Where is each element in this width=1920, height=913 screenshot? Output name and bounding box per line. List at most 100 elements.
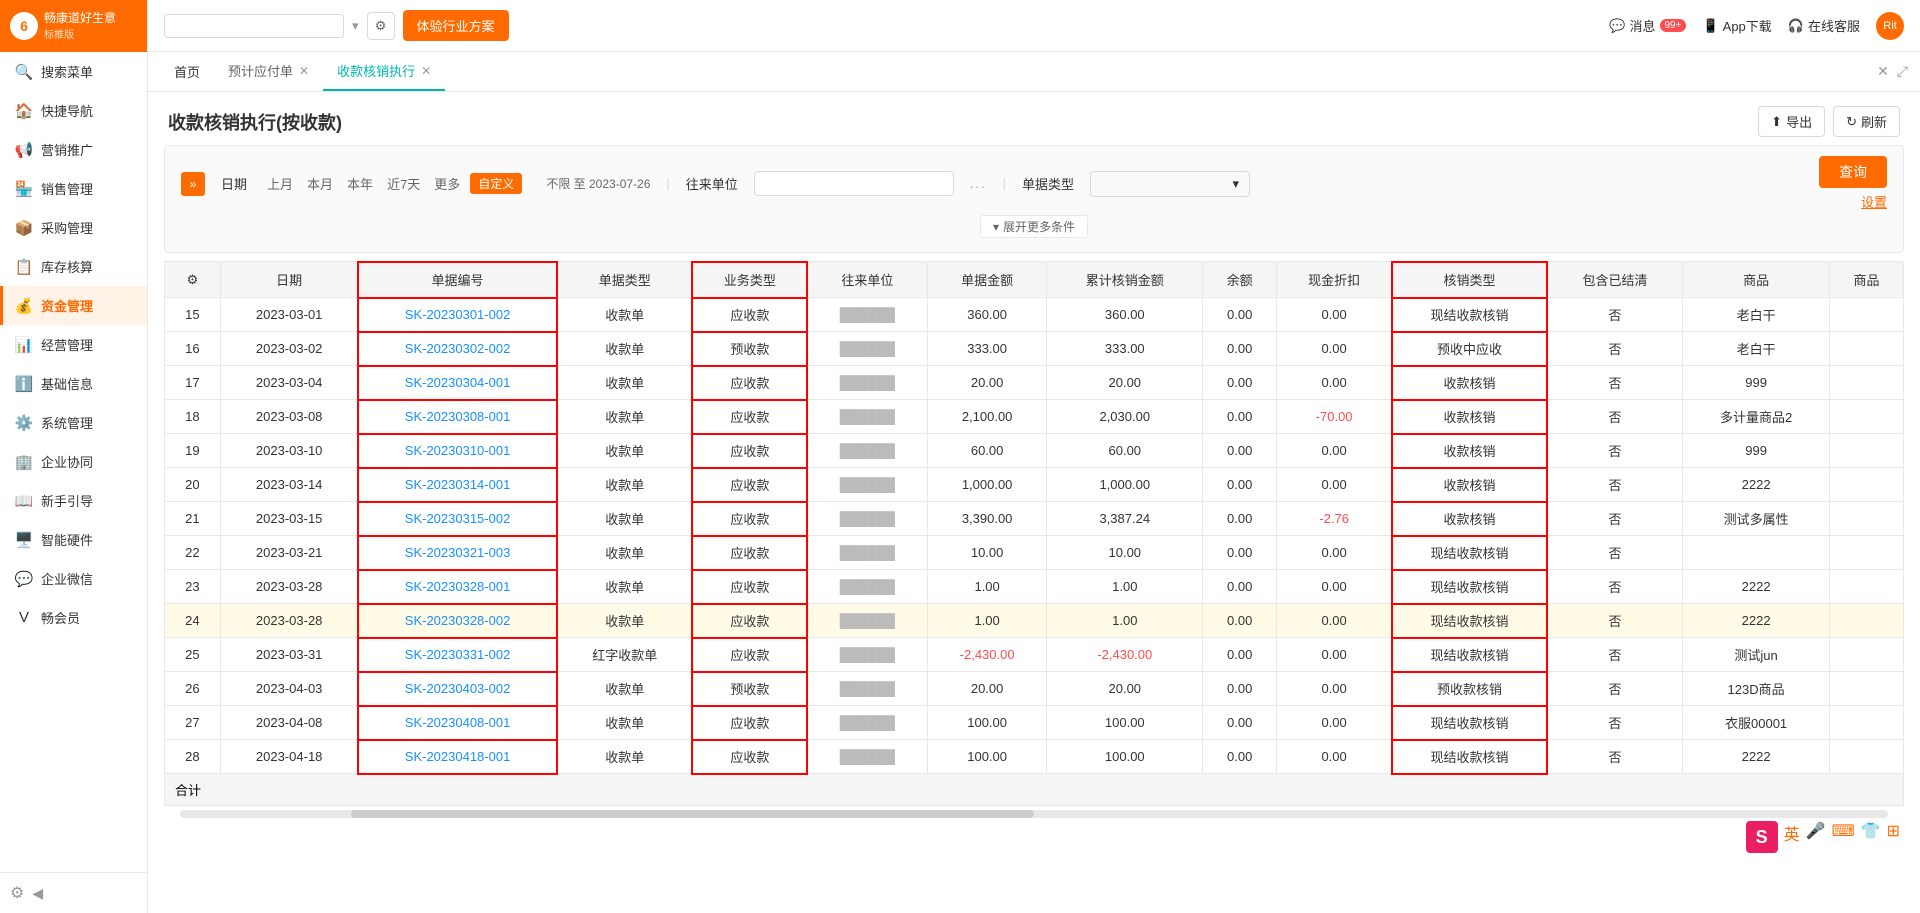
sidebar-item-purchase[interactable]: 📦采购管理 bbox=[0, 208, 147, 247]
sidebar-gear-icon[interactable]: ⚙ bbox=[10, 883, 24, 903]
col-header-bill-type[interactable]: 单据类型 bbox=[557, 262, 692, 298]
cell-balance: 0.00 bbox=[1203, 400, 1277, 434]
settings-link[interactable]: 设置 bbox=[1861, 192, 1887, 211]
cell-counterpart: ██████ bbox=[807, 570, 927, 604]
sidebar-item-finance[interactable]: 💰资金管理 bbox=[0, 286, 147, 325]
col-header-writeoff-type[interactable]: 核销类型 bbox=[1392, 262, 1548, 298]
cell-counterpart: ██████ bbox=[807, 400, 927, 434]
table-scroll-bar[interactable] bbox=[180, 810, 1888, 818]
bill-no-link[interactable]: SK-20230302-002 bbox=[405, 341, 511, 356]
cell-product: 2222 bbox=[1683, 740, 1830, 774]
custom-date-btn[interactable]: 自定义 bbox=[470, 173, 522, 194]
counterpart-input[interactable] bbox=[754, 171, 954, 196]
cell-bill-type: 收款单 bbox=[557, 570, 692, 604]
col-header-biz-type[interactable]: 业务类型 bbox=[692, 262, 807, 298]
online-service-btn[interactable]: 🎧 在线客服 bbox=[1788, 16, 1860, 35]
bill-no-link[interactable]: SK-20230408-001 bbox=[405, 715, 511, 730]
refresh-btn[interactable]: ↻ 刷新 bbox=[1833, 106, 1900, 137]
col-header-include-settled[interactable]: 包含已结清 bbox=[1547, 262, 1682, 298]
refresh-icon: ↻ bbox=[1846, 114, 1857, 130]
tab-pre-apply[interactable]: 预计应付单 ✕ bbox=[214, 52, 323, 91]
col-header-balance[interactable]: 余额 bbox=[1203, 262, 1277, 298]
sidebar-item-search[interactable]: 🔍搜索菜单 bbox=[0, 52, 147, 91]
col-header-product2[interactable]: 商品 bbox=[1829, 262, 1903, 298]
cell-include-settled: 否 bbox=[1547, 536, 1682, 570]
page-actions: ⬆ 导出 ↻ 刷新 bbox=[1758, 106, 1900, 137]
brand-shirt-icon: 👕 bbox=[1861, 821, 1881, 853]
sidebar-item-inventory[interactable]: 📋库存核算 bbox=[0, 247, 147, 286]
user-avatar[interactable]: Rit bbox=[1876, 12, 1904, 40]
date-shortcut-this-month[interactable]: 本月 bbox=[303, 172, 337, 195]
sidebar-item-operation[interactable]: 📊经营管理 bbox=[0, 325, 147, 364]
sidebar-item-enterprise[interactable]: 🏢企业协同 bbox=[0, 442, 147, 481]
filter-row: » 日期 上月 本月 本年 近7天 更多 自定义 不限 至 2023-07-26… bbox=[181, 156, 1887, 211]
sidebar-item-marketing[interactable]: 📢营销推广 bbox=[0, 130, 147, 169]
message-btn[interactable]: 💬 消息 99+ bbox=[1609, 16, 1686, 35]
message-label: 消息 bbox=[1629, 16, 1655, 35]
col-header-amount[interactable]: 单据金额 bbox=[927, 262, 1047, 298]
sidebar-item-label: 库存核算 bbox=[41, 257, 93, 276]
col-header-cumulative[interactable]: 累计核销金额 bbox=[1047, 262, 1203, 298]
cell-product: 999 bbox=[1683, 366, 1830, 400]
tab-collection-exec[interactable]: 收款核销执行 ✕ bbox=[323, 52, 445, 91]
industry-btn[interactable]: 体验行业方案 bbox=[403, 10, 509, 41]
cell-include-settled: 否 bbox=[1547, 740, 1682, 774]
sidebar-item-sys-mgmt[interactable]: ⚙️系统管理 bbox=[0, 403, 147, 442]
cell-no: 22 bbox=[165, 536, 221, 570]
col-header-cash-discount[interactable]: 现金折扣 bbox=[1277, 262, 1392, 298]
bill-no-link[interactable]: SK-20230310-001 bbox=[405, 443, 511, 458]
sidebar-item-sales[interactable]: 🏪销售管理 bbox=[0, 169, 147, 208]
cell-cumulative: 20.00 bbox=[1047, 672, 1203, 706]
col-header-date[interactable]: 日期 bbox=[220, 262, 358, 298]
bill-no-link[interactable]: SK-20230321-003 bbox=[405, 545, 511, 560]
bill-no-link[interactable]: SK-20230315-002 bbox=[405, 511, 511, 526]
export-btn[interactable]: ⬆ 导出 bbox=[1758, 106, 1825, 137]
app-download-btn[interactable]: 📱 App下载 bbox=[1702, 16, 1771, 35]
sidebar-item-guide[interactable]: 📖新手引导 bbox=[0, 481, 147, 520]
sidebar-item-member[interactable]: V畅会员 bbox=[0, 598, 147, 637]
table-scroll-thumb[interactable] bbox=[351, 810, 1034, 818]
sidebar-item-hardware[interactable]: 🖥️智能硬件 bbox=[0, 520, 147, 559]
tab-close-all-icon[interactable]: ✕ bbox=[1877, 63, 1889, 80]
bill-no-link[interactable]: SK-20230328-002 bbox=[405, 613, 511, 628]
bill-type-select[interactable]: ▾ bbox=[1090, 171, 1250, 197]
tab-expand-icon[interactable]: ⤢ bbox=[1897, 63, 1908, 80]
bill-no-link[interactable]: SK-20230331-002 bbox=[405, 647, 511, 662]
bill-no-link[interactable]: SK-20230301-002 bbox=[405, 307, 511, 322]
cell-no: 15 bbox=[165, 298, 221, 332]
date-shortcut-7days[interactable]: 近7天 bbox=[383, 172, 424, 195]
bill-no-link[interactable]: SK-20230328-001 bbox=[405, 579, 511, 594]
settings-gear-btn[interactable]: ⚙ bbox=[367, 12, 395, 40]
sidebar-item-label: 智能硬件 bbox=[41, 530, 93, 549]
tab-home[interactable]: 首页 bbox=[160, 52, 214, 91]
date-shortcut-this-year[interactable]: 本年 bbox=[343, 172, 377, 195]
col-header-counterpart[interactable]: 往来单位 bbox=[807, 262, 927, 298]
bill-no-link[interactable]: SK-20230418-001 bbox=[405, 749, 511, 764]
query-btn[interactable]: 查询 bbox=[1819, 156, 1887, 188]
sidebar-collapse-btn[interactable]: ◀ bbox=[32, 885, 43, 902]
expand-more-btn[interactable]: ▾ 展开更多条件 bbox=[980, 215, 1088, 238]
tab-collection-exec-close[interactable]: ✕ bbox=[421, 64, 431, 78]
sidebar-item-quick-nav[interactable]: 🏠快捷导航 bbox=[0, 91, 147, 130]
bill-no-link[interactable]: SK-20230308-001 bbox=[405, 409, 511, 424]
col-header-gear[interactable]: ⚙ bbox=[165, 262, 221, 298]
tab-pre-apply-close[interactable]: ✕ bbox=[299, 64, 309, 78]
cell-amount: 1,000.00 bbox=[927, 468, 1047, 502]
bill-no-link[interactable]: SK-20230314-001 bbox=[405, 477, 511, 492]
cell-bill-no: SK-20230418-001 bbox=[358, 740, 557, 774]
data-table: ⚙ 日期 单据编号 单据类型 业务类型 往来单位 单据金额 累计核销金额 余额 … bbox=[164, 261, 1904, 774]
col-header-product[interactable]: 商品 bbox=[1683, 262, 1830, 298]
col-header-bill-no[interactable]: 单据编号 bbox=[358, 262, 557, 298]
sales-icon: 🏪 bbox=[15, 180, 33, 198]
breadcrumb-input[interactable] bbox=[164, 14, 344, 38]
filter-expand-btn[interactable]: » bbox=[181, 172, 205, 196]
sidebar-item-wechat[interactable]: 💬企业微信 bbox=[0, 559, 147, 598]
date-shortcut-last-month[interactable]: 上月 bbox=[263, 172, 297, 195]
bill-no-link[interactable]: SK-20230403-002 bbox=[405, 681, 511, 696]
cell-cash-discount: -70.00 bbox=[1277, 400, 1392, 434]
sidebar-item-basic-info[interactable]: ℹ️基础信息 bbox=[0, 364, 147, 403]
cell-cash-discount: 0.00 bbox=[1277, 604, 1392, 638]
cell-writeoff-type: 现结收款核销 bbox=[1392, 706, 1548, 740]
date-shortcut-more[interactable]: 更多 bbox=[430, 172, 464, 195]
bill-no-link[interactable]: SK-20230304-001 bbox=[405, 375, 511, 390]
